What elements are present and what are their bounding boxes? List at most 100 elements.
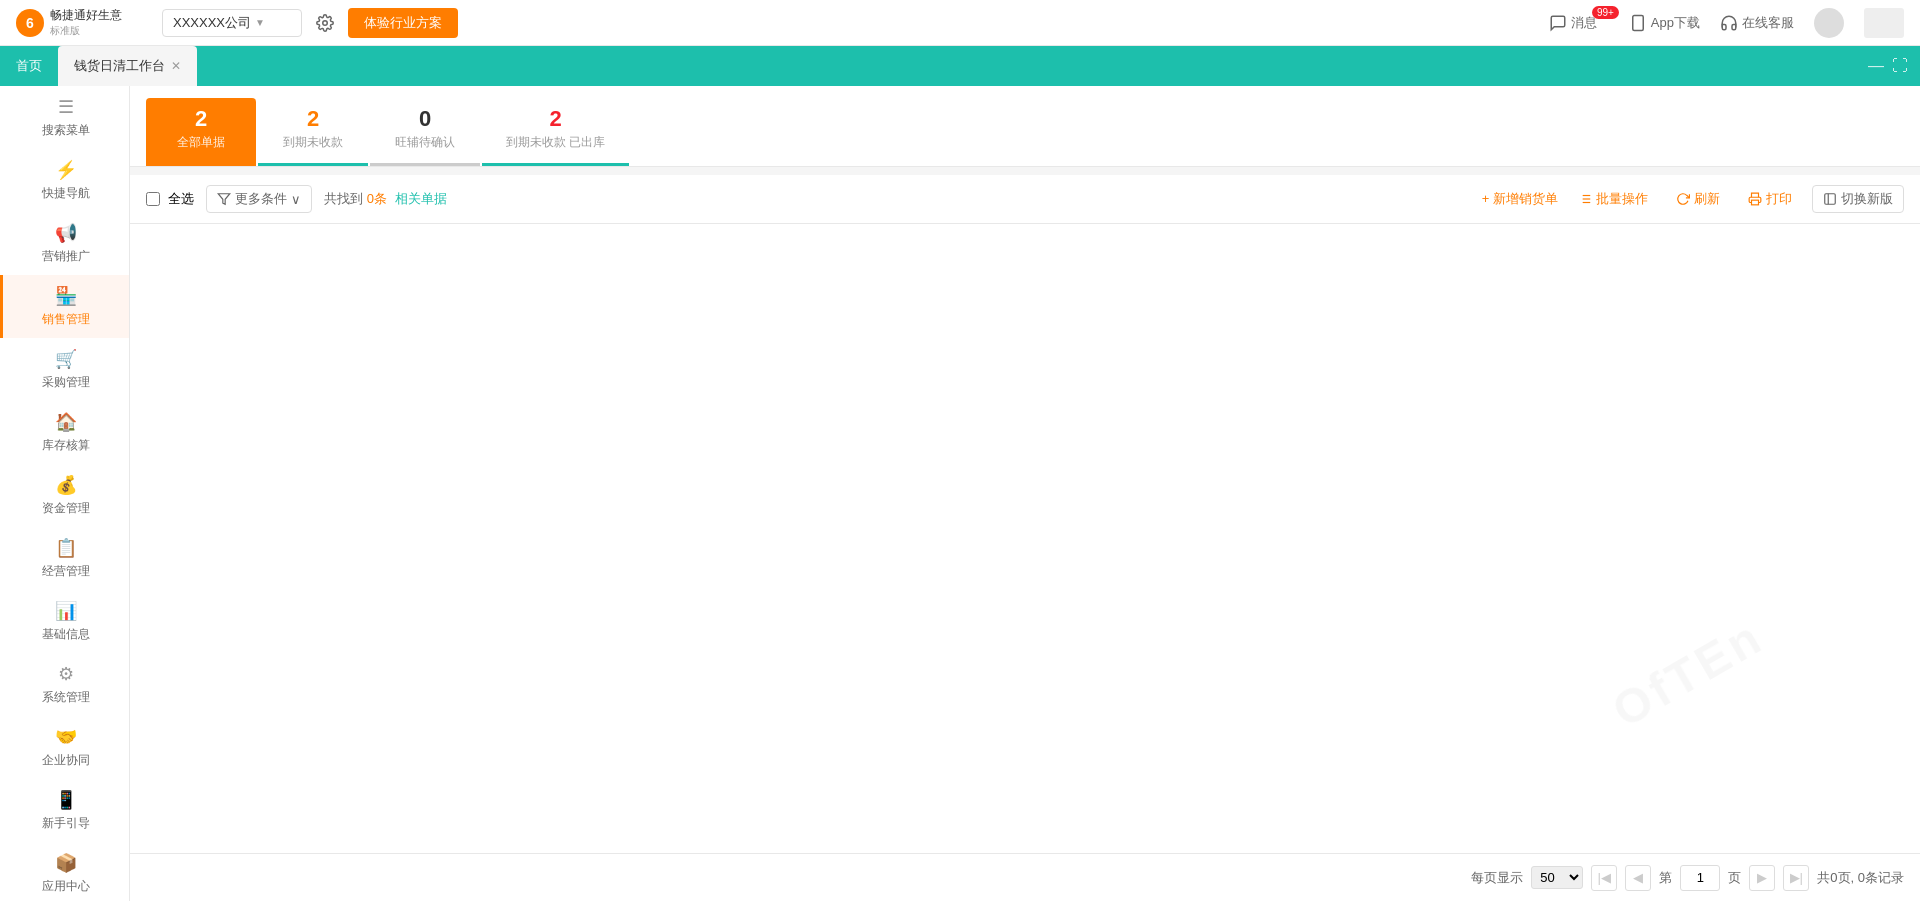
top-header: 6 畅捷通好生意 标准版 XXXXXX公司 ▼ 体验行业方案 消息 99+ [0,0,1920,46]
svg-point-0 [323,20,328,25]
stat-count-pending: 0 [419,106,431,132]
page-label: 第 [1659,869,1672,887]
online-service-btn[interactable]: 在线客服 [1720,14,1794,32]
settings-icon-btn[interactable] [310,8,340,38]
stat-count-all: 2 [195,106,207,132]
stat-tab-pending[interactable]: 0 旺辅待确认 [370,98,480,166]
found-count: 0条 [367,191,387,206]
per-page-select[interactable]: 50 100 200 [1531,866,1583,889]
stat-label-overdue: 到期未收款 [283,134,343,151]
switch-icon [1823,192,1837,206]
app-download-btn[interactable]: App下载 [1629,14,1700,32]
message-icon [1549,14,1567,32]
filter-icon [217,192,231,206]
marketing-icon: 📢 [55,222,77,244]
headset-icon [1720,14,1738,32]
trial-btn[interactable]: 体验行业方案 [348,8,458,38]
select-all-label: 全选 [168,190,194,208]
pagination: 每页显示 50 100 200 |◀ ◀ 第 页 ▶ ▶| 共0页, 0条记录 [130,853,1920,901]
batch-icon [1578,192,1592,206]
message-badge: 99+ [1592,6,1619,19]
stats-tabs: 2 全部单据 2 到期未收款 0 旺辅待确认 2 到期未收款 已出库 [130,86,1920,167]
select-all-checkbox[interactable] [146,192,160,206]
search-menu-icon: ☰ [58,96,74,118]
user-info[interactable] [1864,8,1904,38]
svg-rect-11 [1825,194,1836,205]
system-icon: ⚙ [58,663,74,685]
per-page-label: 每页显示 [1471,869,1523,887]
enterprise-icon: 🤝 [55,726,77,748]
tab-minimize-btn[interactable]: — [1868,57,1884,75]
download-icon [1629,14,1647,32]
stat-tab-overdue[interactable]: 2 到期未收款 [258,98,368,166]
svg-marker-3 [218,194,230,205]
stat-count-overdue-out: 2 [550,106,562,132]
stat-label-all: 全部单据 [177,134,225,151]
tab-bar: 首页 钱货日清工作台 ✕ — ⛶ [0,46,1920,86]
more-conditions-label: 更多条件 [235,190,287,208]
sidebar-item-finance[interactable]: 💰 资金管理 [0,464,129,527]
svg-rect-1 [1633,15,1644,30]
sidebar-item-quick-nav[interactable]: ⚡ 快捷导航 [0,149,129,212]
svg-rect-10 [1752,201,1759,206]
sidebar-item-inventory[interactable]: 🏠 库存核算 [0,401,129,464]
sidebar-item-enterprise[interactable]: 🤝 企业协同 [0,716,129,779]
sidebar-item-guide[interactable]: 📱 新手引导 [0,779,129,842]
sidebar-item-system[interactable]: ⚙ 系统管理 [0,653,129,716]
sidebar-item-search[interactable]: ☰ 搜索菜单 [0,86,129,149]
switch-version-btn[interactable]: 切换新版 [1812,185,1904,213]
tab-workbench[interactable]: 钱货日清工作台 ✕ [58,46,197,86]
table-area [130,224,1920,853]
page-input[interactable] [1680,865,1720,891]
tab-expand-btn[interactable]: ⛶ [1892,57,1908,75]
logo-icon: 6 [16,9,44,37]
more-conditions-btn[interactable]: 更多条件 ∨ [206,185,312,213]
header-right: 消息 99+ App下载 在线客服 [1549,8,1904,38]
found-text: 共找到 0条 [324,190,387,208]
company-name: XXXXXX公司 [173,14,251,32]
sidebar-item-app-center[interactable]: 📦 应用中心 [0,842,129,901]
toolbar: 全选 更多条件 ∨ 共找到 0条 相关单据 + 新增销货单 [130,175,1920,224]
sidebar: ☰ 搜索菜单 ⚡ 快捷导航 📢 营销推广 🏪 销售管理 🛒 采购管理 🏠 库存核… [0,86,130,901]
related-link[interactable]: 相关单据 [395,190,447,208]
quick-nav-icon: ⚡ [55,159,77,181]
inventory-icon: 🏠 [55,411,77,433]
print-icon [1748,192,1762,206]
sales-icon: 🏪 [55,285,77,307]
avatar[interactable] [1814,8,1844,38]
company-selector[interactable]: XXXXXX公司 ▼ [162,9,302,37]
stat-label-pending: 旺辅待确认 [395,134,455,151]
purchase-icon: 🛒 [55,348,77,370]
toolbar-right: + 新增销货单 批量操作 刷新 [1482,185,1904,213]
tab-home[interactable]: 首页 [0,46,58,86]
logo-area: 6 畅捷通好生意 标准版 [16,8,146,37]
tab-close-icon[interactable]: ✕ [171,59,181,73]
chevron-icon: ∨ [291,192,301,207]
sidebar-item-purchase[interactable]: 🛒 采购管理 [0,338,129,401]
next-page-btn[interactable]: ▶ [1749,865,1775,891]
new-sale-btn[interactable]: + 新增销货单 [1482,190,1558,208]
total-info: 共0页, 0条记录 [1817,869,1904,887]
stat-tab-all[interactable]: 2 全部单据 [146,98,256,166]
print-btn[interactable]: 打印 [1740,186,1800,212]
finance-icon: 💰 [55,474,77,496]
sidebar-item-marketing[interactable]: 📢 营销推广 [0,212,129,275]
app-center-icon: 📦 [55,852,77,874]
sidebar-item-operations[interactable]: 📋 经营管理 [0,527,129,590]
last-page-btn[interactable]: ▶| [1783,865,1809,891]
logo-text: 畅捷通好生意 标准版 [50,8,122,37]
stat-tab-overdue-out[interactable]: 2 到期未收款 已出库 [482,98,629,166]
app-download-label: App下载 [1651,14,1700,32]
first-page-btn[interactable]: |◀ [1591,865,1617,891]
guide-icon: 📱 [55,789,77,811]
message-btn[interactable]: 消息 99+ [1549,14,1609,32]
sidebar-item-basic-info[interactable]: 📊 基础信息 [0,590,129,653]
sidebar-item-sales[interactable]: 🏪 销售管理 [0,275,129,338]
refresh-label: 刷新 [1694,190,1720,208]
refresh-btn[interactable]: 刷新 [1668,186,1728,212]
page-unit: 页 [1728,869,1741,887]
chevron-down-icon: ▼ [255,17,265,28]
batch-op-btn[interactable]: 批量操作 [1570,186,1656,212]
content-area: 2 全部单据 2 到期未收款 0 旺辅待确认 2 到期未收款 已出库 全选 [130,86,1920,901]
prev-page-btn[interactable]: ◀ [1625,865,1651,891]
